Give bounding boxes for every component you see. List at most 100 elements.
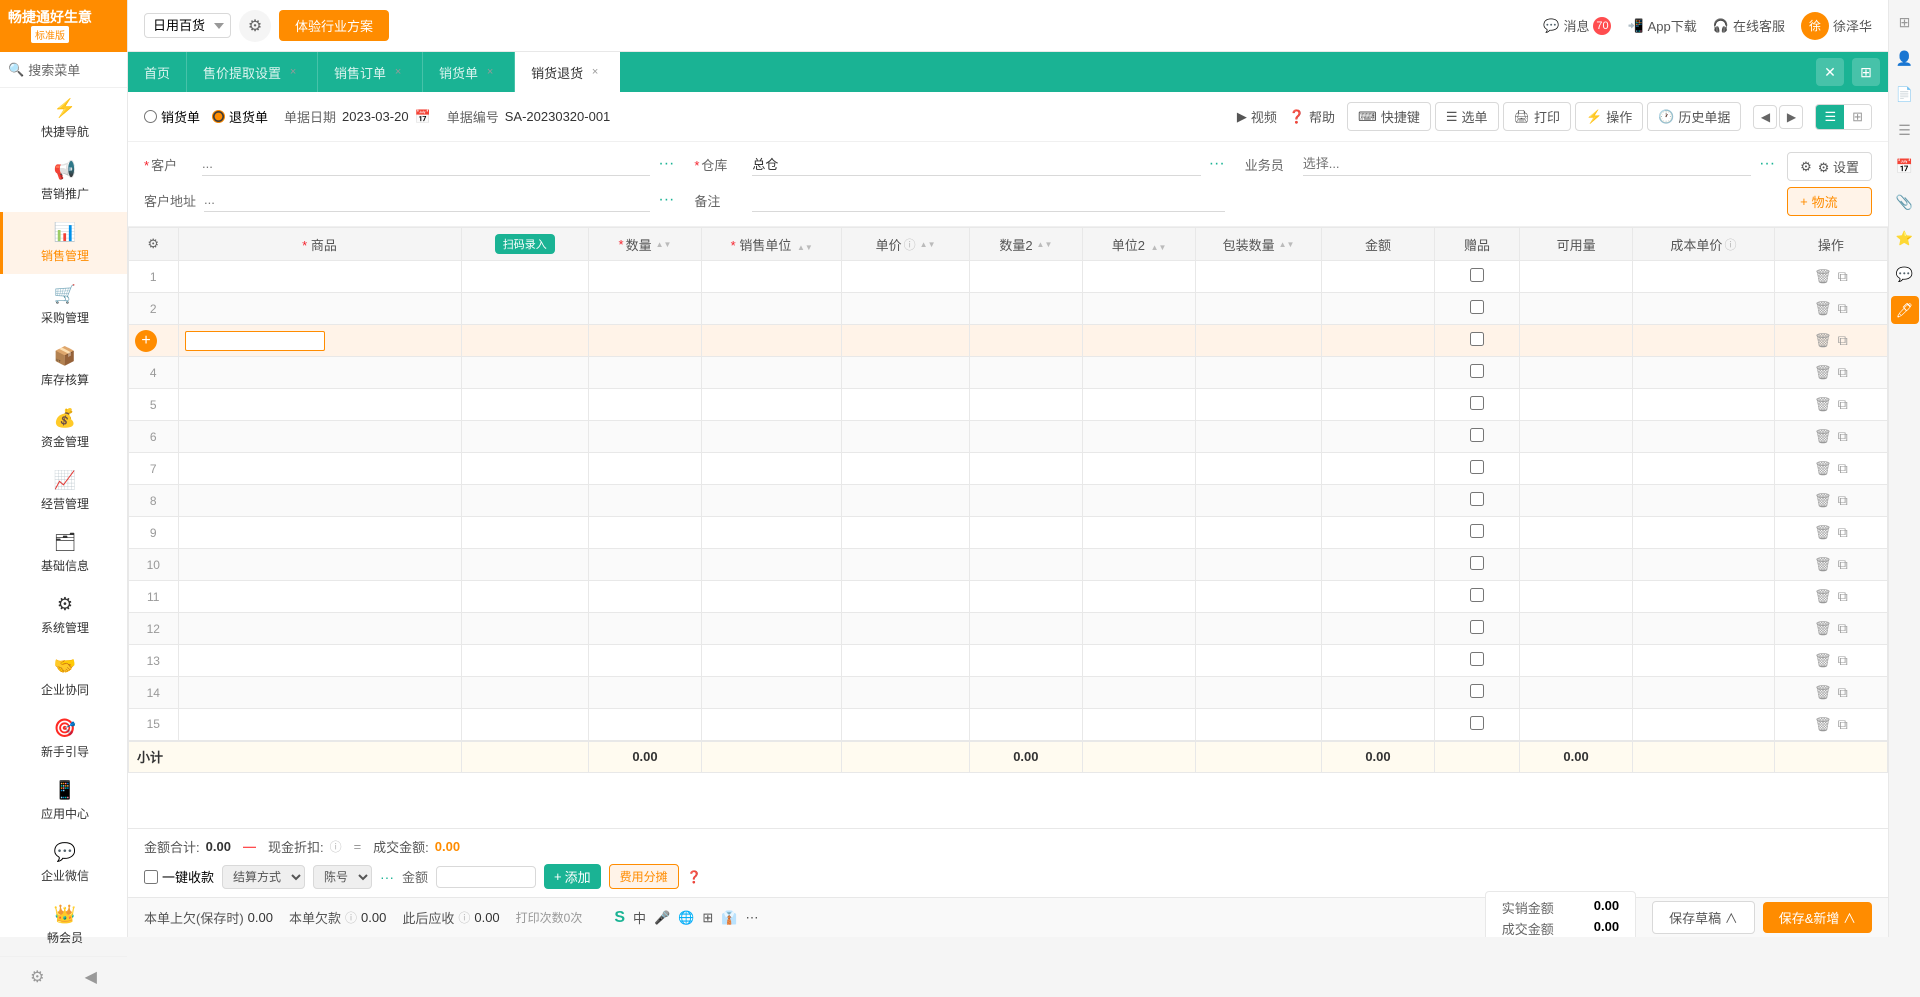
delete-row-icon[interactable]: 🗑 (1814, 396, 1832, 413)
delete-row-icon[interactable]: 🗑 (1814, 428, 1832, 445)
delete-row-icon[interactable]: 🗑 (1814, 332, 1832, 349)
unit-debt-info[interactable]: ⓘ (345, 909, 357, 926)
user-profile-btn[interactable]: 徐 徐泽华 (1801, 12, 1872, 40)
customer-more-btn[interactable]: ··· (658, 155, 674, 173)
row-product-cell[interactable] (178, 357, 461, 389)
sidebar-item-system[interactable]: ⚙ 系统管理 (0, 584, 127, 646)
delete-row-icon[interactable]: 🗑 (1814, 492, 1832, 509)
row-gift-cell[interactable] (1435, 453, 1520, 485)
gift-checkbox[interactable] (1470, 396, 1484, 410)
scan-input-btn[interactable]: 扫码录入 (495, 234, 555, 254)
view-grid-btn[interactable]: ⊞ (1844, 105, 1871, 129)
copy-row-icon[interactable]: ⧉ (1838, 300, 1848, 317)
address-input[interactable] (204, 188, 650, 212)
experience-btn[interactable]: 体验行业方案 (279, 10, 389, 41)
right-calendar-btn[interactable]: 📅 (1891, 152, 1919, 180)
tab-sale-order[interactable]: 销售订单 × (318, 52, 423, 92)
right-expand-btn[interactable]: ⊞ (1891, 8, 1919, 36)
row-gift-cell[interactable] (1435, 549, 1520, 581)
gift-checkbox[interactable] (1470, 556, 1484, 570)
row-product-cell[interactable] (178, 485, 461, 517)
sidebar-settings-btn[interactable]: ⚙ (30, 967, 44, 987)
help-action[interactable]: ❓ 帮助 (1289, 107, 1335, 126)
right-star-btn[interactable]: ⭐ (1891, 224, 1919, 252)
view-list-btn[interactable]: ☰ (1816, 105, 1844, 129)
video-action[interactable]: ▶ 视频 (1237, 107, 1277, 126)
sidebar-collapse-btn[interactable]: ◀ (85, 967, 97, 987)
save-new-btn[interactable]: 保存&新增 ∧ (1763, 902, 1872, 933)
print-btn[interactable]: 🖨 打印 (1503, 102, 1572, 131)
row-product-cell[interactable] (178, 581, 461, 613)
sidebar-item-wechat[interactable]: 💬 企业微信 (0, 832, 127, 894)
save-draft-btn[interactable]: 保存草稿 ∧ (1652, 901, 1755, 934)
remark-input[interactable] (752, 188, 1224, 212)
sidebar-item-enterprise[interactable]: 🤝 企业协同 (0, 646, 127, 708)
copy-row-icon[interactable]: ⧉ (1838, 396, 1848, 413)
address-more-btn[interactable]: ··· (658, 191, 674, 209)
right-active-btn[interactable]: 🖊 (1891, 296, 1919, 324)
gift-checkbox[interactable] (1470, 268, 1484, 282)
row-product-cell[interactable] (178, 325, 461, 357)
tab-sale-price[interactable]: 售价提取设置 × (187, 52, 318, 92)
topbar-gear-btn[interactable]: ⚙ (239, 10, 271, 42)
delete-row-icon[interactable]: 🗑 (1814, 460, 1832, 477)
radio-return[interactable]: 退货单 (212, 107, 268, 126)
gift-checkbox[interactable] (1470, 428, 1484, 442)
row-product-cell[interactable] (178, 261, 461, 293)
account-select[interactable]: 陈号 (313, 865, 372, 889)
row-product-cell[interactable] (178, 709, 461, 741)
row-gift-cell[interactable] (1435, 517, 1520, 549)
cost-split-btn[interactable]: 费用分摊 (609, 864, 679, 889)
app-download-btn[interactable]: 📲 App下载 (1627, 16, 1696, 35)
row-product-cell[interactable] (178, 613, 461, 645)
tab-menu-btn[interactable]: ⊞ (1852, 58, 1880, 86)
history-prev-btn[interactable]: ◀ (1753, 105, 1777, 129)
sidebar-item-operation[interactable]: 📈 经营管理 (0, 460, 127, 522)
copy-row-icon[interactable]: ⧉ (1838, 460, 1848, 477)
delete-row-icon[interactable]: 🗑 (1814, 652, 1832, 669)
row-gift-cell[interactable] (1435, 325, 1520, 357)
copy-row-icon[interactable]: ⧉ (1838, 716, 1848, 733)
radio-sale[interactable]: 销货单 (144, 107, 200, 126)
row-product-cell[interactable] (178, 293, 461, 325)
calendar-icon[interactable]: 📅 (415, 109, 431, 125)
receivable-info[interactable]: ⓘ (458, 909, 470, 926)
delete-row-icon[interactable]: 🗑 (1814, 620, 1832, 637)
gift-checkbox[interactable] (1470, 332, 1484, 346)
shortcut-btn[interactable]: ⌨ 快捷键 (1347, 102, 1431, 131)
copy-row-icon[interactable]: ⧉ (1838, 684, 1848, 701)
row-product-cell[interactable] (178, 453, 461, 485)
cash-discount-info[interactable]: ⓘ (330, 838, 342, 855)
row-gift-cell[interactable] (1435, 389, 1520, 421)
copy-row-icon[interactable]: ⧉ (1838, 556, 1848, 573)
one-click-payment-label[interactable]: 一键收款 (144, 867, 214, 886)
row-product-cell[interactable] (178, 517, 461, 549)
gift-checkbox[interactable] (1470, 492, 1484, 506)
staff-more-btn[interactable]: ··· (1759, 155, 1775, 173)
copy-row-icon[interactable]: ⧉ (1838, 268, 1848, 285)
tab-sale-price-close[interactable]: × (285, 64, 301, 80)
row-gift-cell[interactable] (1435, 645, 1520, 677)
gift-checkbox[interactable] (1470, 460, 1484, 474)
row-product-cell[interactable] (178, 549, 461, 581)
add-row-btn[interactable]: + (135, 330, 157, 352)
staff-input[interactable] (1303, 152, 1751, 176)
radio-sale-input[interactable] (144, 110, 157, 123)
gift-checkbox[interactable] (1470, 716, 1484, 730)
sidebar-item-newbie[interactable]: 🎯 新手引导 (0, 708, 127, 770)
sidebar-item-purchase[interactable]: 🛒 采购管理 (0, 274, 127, 336)
calc-method-select[interactable]: 结算方式 (222, 865, 305, 889)
settings-btn[interactable]: ⚙ ⚙ 设置 (1787, 152, 1872, 181)
account-more-btn[interactable]: ··· (380, 869, 394, 885)
copy-row-icon[interactable]: ⧉ (1838, 588, 1848, 605)
row-gift-cell[interactable] (1435, 485, 1520, 517)
right-user-btn[interactable]: 👤 (1891, 44, 1919, 72)
tab-sale-return-close[interactable]: × (587, 64, 603, 80)
row-gift-cell[interactable] (1435, 293, 1520, 325)
unit-price-info-icon[interactable]: ⓘ (904, 236, 916, 253)
delete-row-icon[interactable]: 🗑 (1814, 684, 1832, 701)
industry-select[interactable]: 日用百货 (144, 13, 231, 38)
warehouse-input[interactable] (752, 152, 1200, 176)
delete-row-icon[interactable]: 🗑 (1814, 524, 1832, 541)
sidebar-item-basic[interactable]: 🗂 基础信息 (0, 522, 127, 584)
